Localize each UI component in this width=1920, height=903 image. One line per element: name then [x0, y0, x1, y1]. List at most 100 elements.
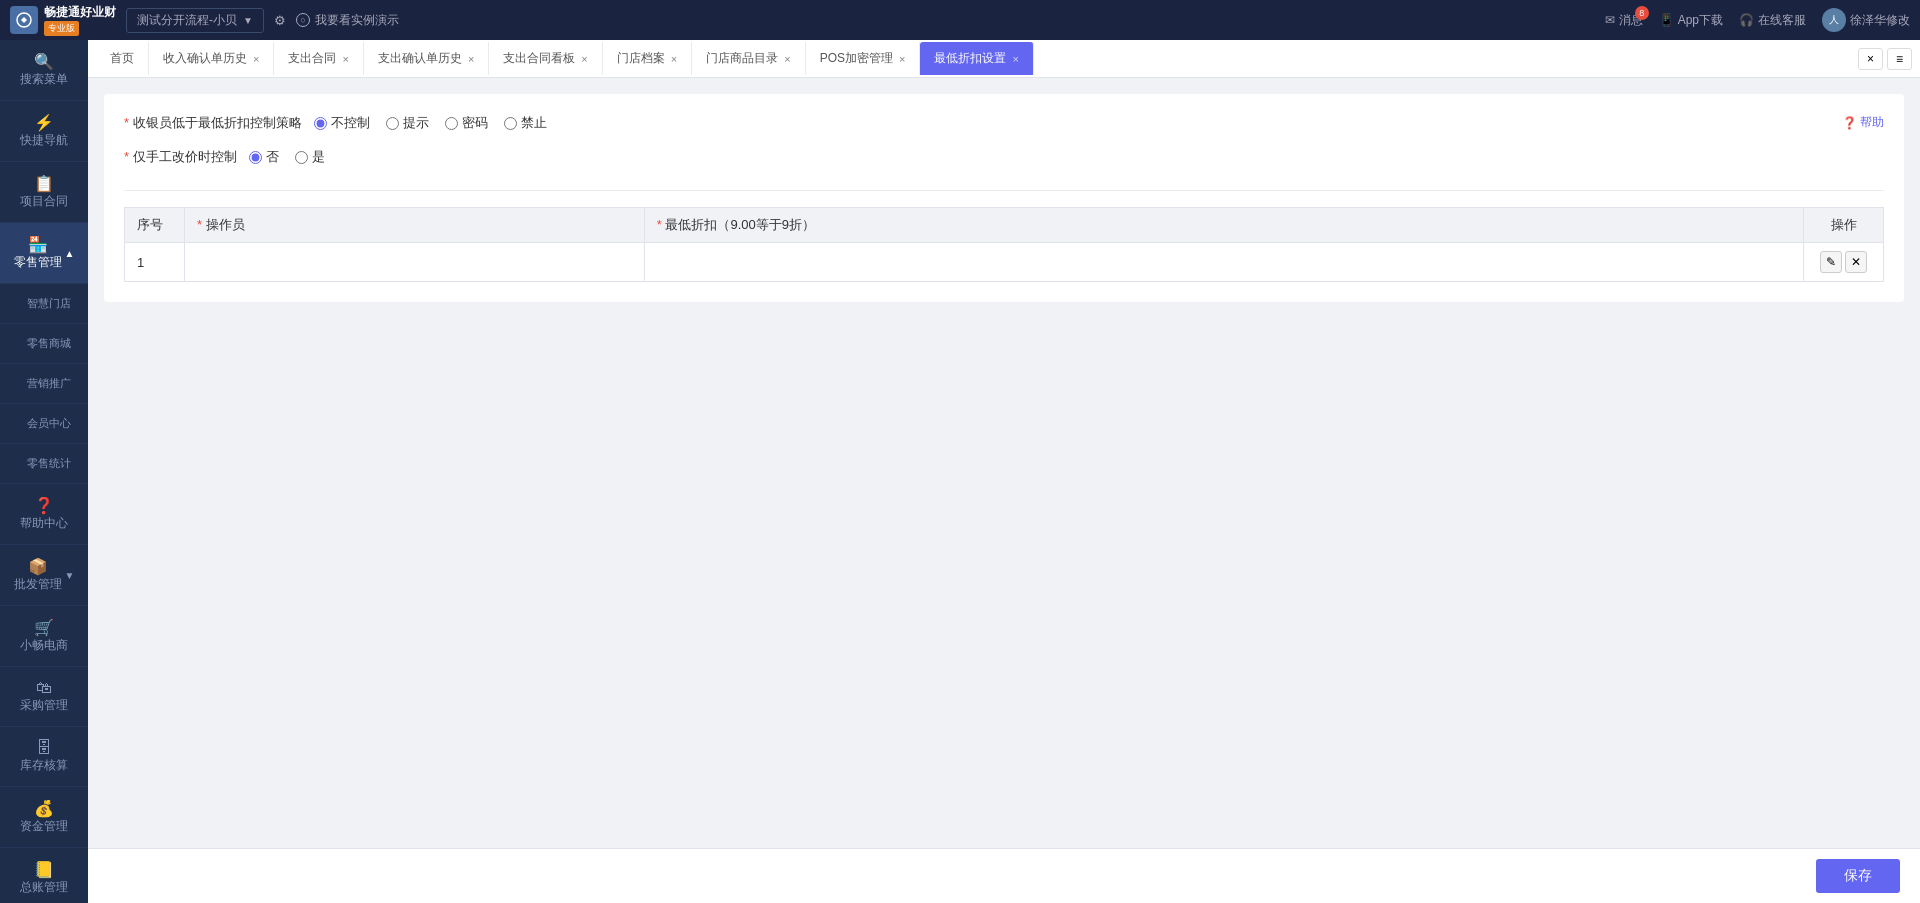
sidebar-item-marketing[interactable]: 营销推广	[0, 364, 88, 404]
circle-icon: ○	[296, 13, 310, 27]
close-store-file-tab[interactable]: ×	[671, 53, 677, 65]
demo-link[interactable]: ○ 我要看实例演示	[296, 12, 399, 29]
radio-no-label: 否	[266, 148, 279, 166]
sidebar-item-ecommerce[interactable]: 🛒 小畅电商	[0, 606, 88, 667]
tab-store-file[interactable]: 门店档案 ×	[603, 42, 692, 75]
phone-icon: 📱	[1659, 13, 1674, 27]
app-download-label: App下载	[1678, 12, 1723, 29]
edit-row-button[interactable]: ✎	[1820, 251, 1842, 273]
question-icon: ❓	[1842, 116, 1857, 130]
online-service-button[interactable]: 🎧 在线客服	[1739, 12, 1806, 29]
pro-badge: 专业版	[44, 21, 79, 36]
save-button[interactable]: 保存	[1816, 859, 1900, 893]
cell-min-discount	[644, 243, 1803, 282]
settings-card: 收银员低于最低折扣控制策略 不控制 提示	[104, 94, 1904, 302]
project-selector[interactable]: 测试分开流程-小贝 ▼	[126, 8, 264, 33]
gear-icon: ⚙	[274, 13, 286, 28]
sidebar-item-search[interactable]: 🔍 搜索菜单	[0, 40, 88, 101]
radio-forbid-input[interactable]	[504, 117, 517, 130]
sidebar-item-finance[interactable]: 💰 资金管理	[0, 787, 88, 848]
more-tabs-button[interactable]: ≡	[1887, 48, 1912, 70]
bottom-bar: 保存	[88, 848, 1920, 903]
app-name: 畅捷通好业财	[44, 4, 116, 21]
radio-yes-input[interactable]	[295, 151, 308, 164]
section-divider	[124, 190, 1884, 191]
sidebar-item-inventory[interactable]: 🗄 库存核算	[0, 727, 88, 787]
radio-forbid-label: 禁止	[521, 114, 547, 132]
cell-operator	[185, 243, 645, 282]
collapse-arrow-icon: ▼	[65, 570, 75, 581]
close-pay-contract-tab[interactable]: ×	[342, 53, 348, 65]
tab-home[interactable]: 首页	[96, 42, 149, 75]
radio-no[interactable]: 否	[249, 148, 279, 166]
user-menu-button[interactable]: 人 徐泽华修改	[1822, 8, 1910, 32]
tab-income-confirm[interactable]: 收入确认单历史 ×	[149, 42, 274, 75]
message-badge: 8	[1635, 6, 1649, 20]
dropdown-arrow-icon: ▼	[243, 15, 253, 26]
cashier-policy-radio-group: 不控制 提示 密码	[314, 114, 547, 132]
expand-arrow-icon: ▲	[65, 248, 75, 259]
cell-seq: 1	[125, 243, 185, 282]
radio-prompt[interactable]: 提示	[386, 114, 429, 132]
close-min-discount-tab[interactable]: ×	[1012, 53, 1018, 65]
sidebar-item-help-center[interactable]: ❓ 帮助中心	[0, 484, 88, 545]
user-name: 徐泽华修改	[1850, 12, 1910, 29]
radio-prompt-label: 提示	[403, 114, 429, 132]
close-income-confirm-tab[interactable]: ×	[253, 53, 259, 65]
sidebar-item-retail-mgmt[interactable]: 🏪 零售管理 ▲	[0, 223, 88, 284]
radio-no-input[interactable]	[249, 151, 262, 164]
radio-password[interactable]: 密码	[445, 114, 488, 132]
sidebar-item-purchase-mgmt[interactable]: 🛍 采购管理	[0, 667, 88, 727]
app-download-button[interactable]: 📱 App下载	[1659, 12, 1723, 29]
close-pos-password-tab[interactable]: ×	[899, 53, 905, 65]
sidebar-item-project-contract[interactable]: 📋 项目合同	[0, 162, 88, 223]
manual-price-row: 仅手工改价时控制 否 是	[124, 148, 547, 166]
tab-pay-contract[interactable]: 支出合同 ×	[274, 42, 363, 75]
close-tab-button[interactable]: ×	[1858, 48, 1883, 70]
col-min-discount: * 最低折扣（9.00等于9折）	[644, 208, 1803, 243]
message-button[interactable]: ✉ 消息 8	[1605, 12, 1643, 29]
radio-yes-label: 是	[312, 148, 325, 166]
close-pay-contract-board-tab[interactable]: ×	[581, 53, 587, 65]
tab-min-discount[interactable]: 最低折扣设置 ×	[920, 42, 1033, 75]
sidebar-item-wholesale-mgmt[interactable]: 📦 批发管理 ▼	[0, 545, 88, 606]
page-content: 收银员低于最低折扣控制策略 不控制 提示	[88, 78, 1920, 848]
col-action: 操作	[1804, 208, 1884, 243]
sidebar-item-ledger[interactable]: 📒 总账管理	[0, 848, 88, 903]
radio-password-label: 密码	[462, 114, 488, 132]
col-operator: * 操作员	[185, 208, 645, 243]
tab-pay-confirm[interactable]: 支出确认单历史 ×	[364, 42, 489, 75]
settings-button[interactable]: ⚙	[274, 13, 286, 28]
radio-no-control-label: 不控制	[331, 114, 370, 132]
table-row: 1 ✎ ✕	[125, 243, 1884, 282]
sidebar-item-quick-nav[interactable]: ⚡ 快捷导航	[0, 101, 88, 162]
radio-password-input[interactable]	[445, 117, 458, 130]
project-name: 测试分开流程-小贝	[137, 12, 237, 29]
sidebar-item-retail-stats[interactable]: 零售统计	[0, 444, 88, 484]
help-link[interactable]: ❓ 帮助	[1842, 114, 1884, 131]
radio-forbid[interactable]: 禁止	[504, 114, 547, 132]
app-logo: 畅捷通好业财 专业版	[10, 4, 116, 36]
close-store-products-tab[interactable]: ×	[784, 53, 790, 65]
discount-table: 序号 * 操作员 * 最低折扣（9.00等于9折） 操作	[124, 207, 1884, 282]
sidebar-item-member-center[interactable]: 会员中心	[0, 404, 88, 444]
headset-icon: 🎧	[1739, 13, 1754, 27]
topbar: 畅捷通好业财 专业版 测试分开流程-小贝 ▼ ⚙ ○ 我要看实例演示 ✉ 消息 …	[0, 0, 1920, 40]
manual-price-radio-group: 否 是	[249, 148, 325, 166]
radio-yes[interactable]: 是	[295, 148, 325, 166]
cell-action: ✎ ✕	[1804, 243, 1884, 282]
tab-store-products[interactable]: 门店商品目录 ×	[692, 42, 805, 75]
radio-no-control[interactable]: 不控制	[314, 114, 370, 132]
radio-prompt-input[interactable]	[386, 117, 399, 130]
cashier-policy-label: 收银员低于最低折扣控制策略	[124, 114, 302, 132]
delete-row-button[interactable]: ✕	[1845, 251, 1867, 273]
tabbar-controls: × ≡	[1858, 48, 1912, 70]
tabbar: 首页 收入确认单历史 × 支出合同 × 支出确认单历史 × 支出合同看板 × 门…	[88, 40, 1920, 78]
sidebar-item-retail-mall[interactable]: 零售商城	[0, 324, 88, 364]
tab-pay-contract-board[interactable]: 支出合同看板 ×	[489, 42, 602, 75]
close-pay-confirm-tab[interactable]: ×	[468, 53, 474, 65]
content-area: 首页 收入确认单历史 × 支出合同 × 支出确认单历史 × 支出合同看板 × 门…	[88, 40, 1920, 903]
sidebar-item-smart-store[interactable]: 智慧门店	[0, 284, 88, 324]
radio-no-control-input[interactable]	[314, 117, 327, 130]
tab-pos-password[interactable]: POS加密管理 ×	[806, 42, 921, 75]
